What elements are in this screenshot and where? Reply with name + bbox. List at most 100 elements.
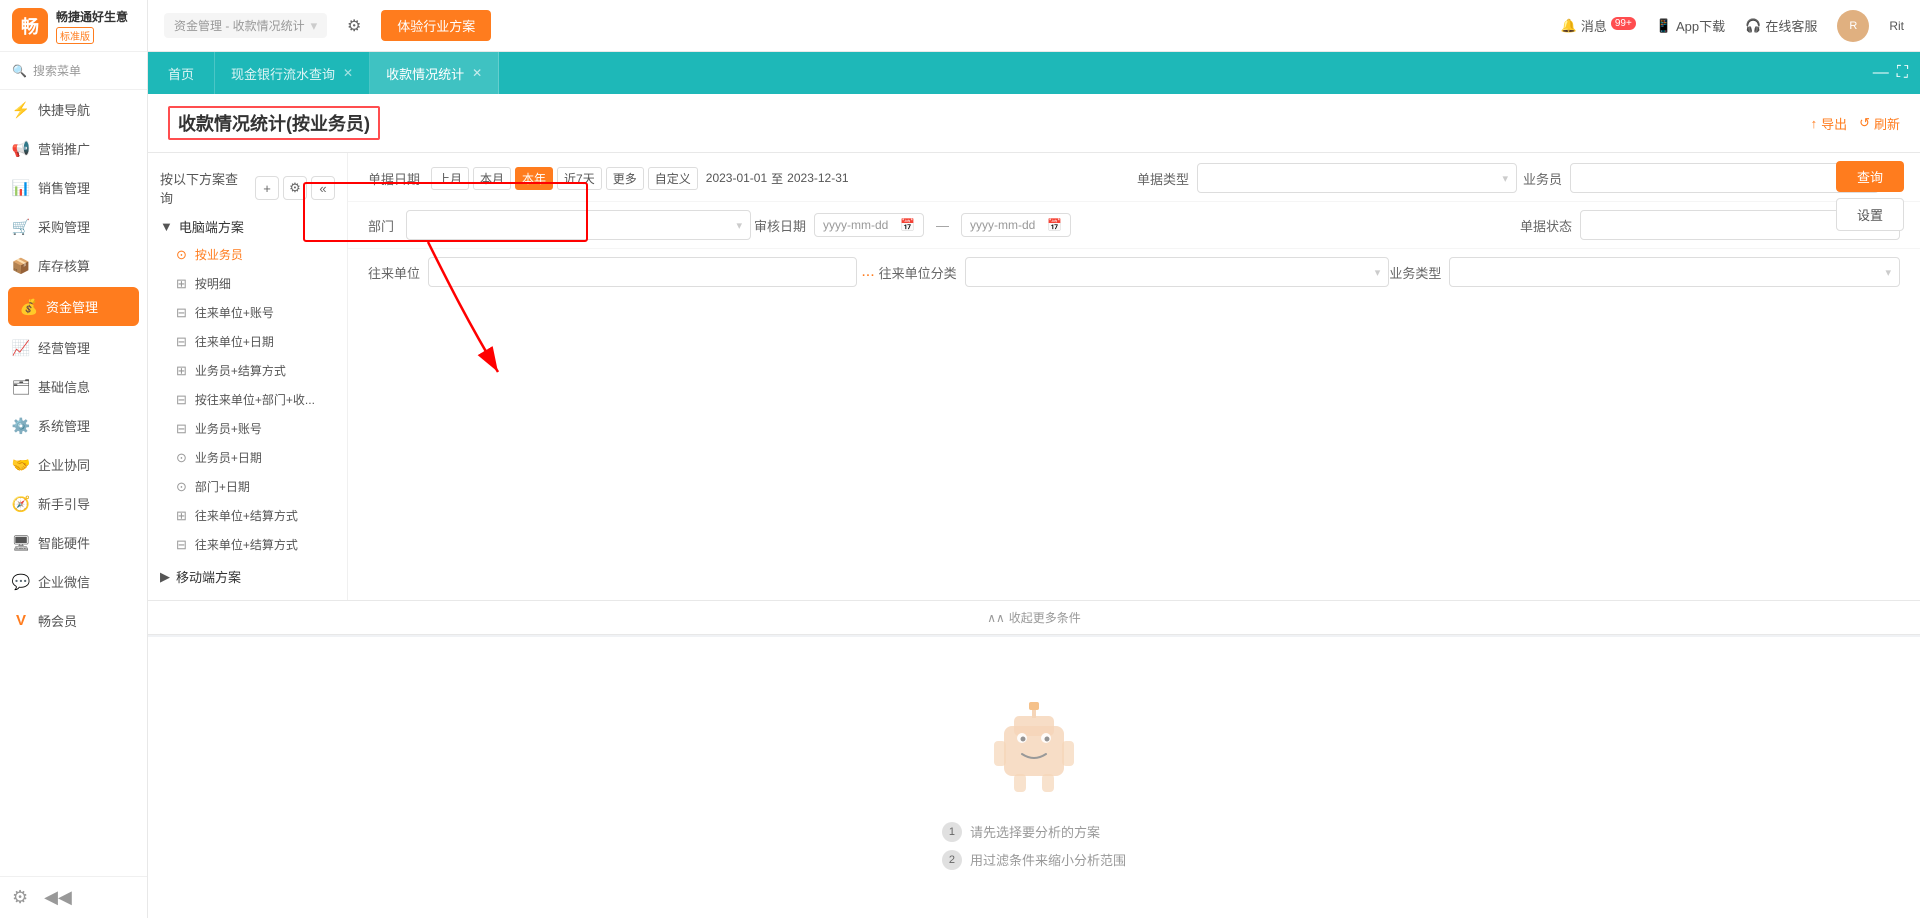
- sidebar-item-system[interactable]: ⚙️ 系统管理: [0, 406, 147, 445]
- partner-category-select[interactable]: ▾: [965, 257, 1390, 287]
- tree-item-partner-account[interactable]: ⊟ 往来单位+账号: [148, 298, 347, 327]
- user-avatar[interactable]: R: [1837, 10, 1869, 42]
- sidebar-item-operations[interactable]: 📈 经营管理: [0, 328, 147, 367]
- tab-collection-stats-label: 收款情况统计: [386, 64, 464, 83]
- empty-tip-1: 1 请先选择要分析的方案: [942, 822, 1126, 842]
- tree-item-partner-settlement2[interactable]: ⊟ 往来单位+结算方式: [148, 530, 347, 559]
- export-action[interactable]: ↑ 导出: [1811, 114, 1848, 133]
- partner-select[interactable]: [428, 257, 857, 287]
- settings-button[interactable]: 设置: [1836, 198, 1904, 231]
- tree-item-icon: ⊙: [176, 450, 187, 466]
- tree-section-label: 电脑端方案: [179, 217, 244, 236]
- refresh-action[interactable]: ↺ 刷新: [1859, 114, 1900, 133]
- date-condition: 单据日期 上月 本月 本年 近7天 更多 自定义 2023-01-01 至: [368, 167, 1134, 190]
- system-icon: ⚙️: [12, 417, 30, 435]
- app-download-action[interactable]: 📱 App下载: [1656, 16, 1725, 35]
- header-actions: 🔔 消息 99+ 📱 App下载 🎧 在线客服 R Rit: [1561, 10, 1904, 42]
- tree-item-salesperson-account[interactable]: ⊟ 业务员+账号: [148, 414, 347, 443]
- scheme-settings-btn[interactable]: ⚙: [283, 176, 307, 200]
- tab-collection-stats-close[interactable]: ✕: [472, 66, 482, 80]
- sidebar-item-member[interactable]: V 畅会员: [0, 601, 147, 640]
- tip-text-1: 请先选择要分析的方案: [970, 822, 1100, 841]
- tab-collection-stats[interactable]: 收款情况统计 ✕: [370, 52, 499, 94]
- condition-row-2: 部门 ▾ 审核日期 yyyy-mm-dd 📅 —: [348, 202, 1920, 249]
- search-scheme-area: 按以下方案查询 + ⚙ « ▼ 电脑端方案 ⊙ 按业务员: [148, 153, 1920, 601]
- tree-item-icon: ⊙: [176, 479, 187, 495]
- sidebar-item-inventory[interactable]: 📦 库存核算: [0, 246, 147, 285]
- scheme-add-btn[interactable]: +: [255, 176, 279, 200]
- date-btn-this-year[interactable]: 本年: [515, 167, 553, 190]
- sidebar-item-label: 库存核算: [38, 256, 90, 275]
- sidebar-item-marketing[interactable]: 📢 营销推广: [0, 129, 147, 168]
- sidebar-item-guide[interactable]: 🧭 新手引导: [0, 484, 147, 523]
- tree-item-partner-dept[interactable]: ⊟ 按往来单位+部门+收...: [148, 385, 347, 414]
- tree-item-icon: ⊟: [176, 537, 187, 553]
- scheme-collapse-btn[interactable]: «: [311, 176, 335, 200]
- sidebar-item-label: 智能硬件: [38, 533, 90, 552]
- dept-select[interactable]: ▾: [406, 210, 751, 240]
- sidebar-item-label: 企业协同: [38, 455, 90, 474]
- logo-area: 畅 畅捷通好生意 标准版: [0, 0, 147, 52]
- sidebar-item-finance[interactable]: 💰 资金管理: [8, 287, 139, 326]
- review-date-end-input[interactable]: yyyy-mm-dd 📅: [961, 213, 1071, 237]
- tab-maximize-icon[interactable]: ⛶: [1897, 64, 1908, 82]
- doc-type-select[interactable]: ▾: [1197, 163, 1517, 193]
- sidebar-item-enterprise[interactable]: 🤝 企业协同: [0, 445, 147, 484]
- scheme-panel: 按以下方案查询 + ⚙ « ▼ 电脑端方案 ⊙ 按业务员: [148, 153, 348, 600]
- review-date-label: 审核日期: [751, 216, 806, 235]
- empty-illustration: [974, 686, 1094, 806]
- tree-section-desktop[interactable]: ▼ 电脑端方案: [148, 213, 347, 240]
- notification-action[interactable]: 🔔 消息 99+: [1561, 16, 1636, 35]
- sidebar-item-label: 新手引导: [38, 494, 90, 513]
- collapse-button[interactable]: ∧∧ 收起更多条件: [987, 609, 1081, 626]
- tree-item-label: 往来单位+结算方式: [195, 507, 298, 524]
- partner-more-btn[interactable]: ...: [857, 263, 878, 281]
- review-date-start-input[interactable]: yyyy-mm-dd 📅: [814, 213, 924, 237]
- tree-item-by-detail[interactable]: ⊞ 按明细: [148, 269, 347, 298]
- online-service-action[interactable]: 🎧 在线客服: [1745, 16, 1817, 35]
- smart-hw-icon: 🖥: [12, 534, 30, 552]
- salesperson-select[interactable]: [1570, 163, 1879, 193]
- tab-bank-flow-close[interactable]: ✕: [343, 66, 353, 80]
- collapse-sidebar-icon[interactable]: ◀◀: [44, 887, 72, 908]
- tree-item-label: 部门+日期: [195, 478, 250, 495]
- sidebar-item-label: 系统管理: [38, 416, 90, 435]
- tree-item-by-salesperson[interactable]: ⊙ 按业务员: [148, 240, 347, 269]
- tab-minimize-icon[interactable]: —: [1873, 64, 1889, 82]
- tree-item-icon: ⊞: [176, 508, 187, 524]
- date-btn-more[interactable]: 更多: [606, 167, 644, 190]
- sidebar-item-quick-nav[interactable]: ⚡ 快捷导航: [0, 90, 147, 129]
- search-menu[interactable]: 🔍 搜索菜单: [0, 52, 147, 90]
- date-btn-custom[interactable]: 自定义: [648, 167, 698, 190]
- sidebar-item-smart-hw[interactable]: 🖥 智能硬件: [0, 523, 147, 562]
- sidebar-item-label: 销售管理: [38, 178, 90, 197]
- top-header: 资金管理 - 收款情况统计 ▾ ⚙ 体验行业方案 🔔 消息 99+ 📱 App下…: [148, 0, 1920, 52]
- tree-item-partner-settlement1[interactable]: ⊞ 往来单位+结算方式: [148, 501, 347, 530]
- tree-item-salesperson-settlement[interactable]: ⊞ 业务员+结算方式: [148, 356, 347, 385]
- finance-icon: 💰: [20, 298, 38, 316]
- tab-bank-flow[interactable]: 现金银行流水查询 ✕: [215, 52, 370, 94]
- export-label: 导出: [1821, 114, 1847, 133]
- sidebar-item-label: 营销推广: [38, 139, 90, 158]
- tree-item-salesperson-date[interactable]: ⊙ 业务员+日期: [148, 443, 347, 472]
- sidebar-item-wechat[interactable]: 💬 企业微信: [0, 562, 147, 601]
- tree-item-dept-date[interactable]: ⊙ 部门+日期: [148, 472, 347, 501]
- tree-item-partner-date[interactable]: ⊟ 往来单位+日期: [148, 327, 347, 356]
- sidebar-item-basic-info[interactable]: 🗂 基础信息: [0, 367, 147, 406]
- review-date-start-value: yyyy-mm-dd: [823, 218, 888, 232]
- tree-item-label: 按往来单位+部门+收...: [195, 391, 315, 408]
- settings-bottom-icon[interactable]: ⚙: [12, 887, 28, 908]
- sidebar-item-label: 快捷导航: [38, 100, 90, 119]
- date-range-dash: 至: [771, 170, 783, 187]
- trial-button[interactable]: 体验行业方案: [381, 10, 491, 41]
- header-settings-icon[interactable]: ⚙: [339, 11, 369, 41]
- sidebar-item-sales[interactable]: 📊 销售管理: [0, 168, 147, 207]
- date-btn-7days[interactable]: 近7天: [557, 167, 602, 190]
- biz-type-select[interactable]: ▾: [1449, 257, 1900, 287]
- tab-home[interactable]: 首页: [148, 52, 215, 94]
- query-button[interactable]: 查询: [1836, 161, 1904, 192]
- sidebar-item-purchase[interactable]: 🛒 采购管理: [0, 207, 147, 246]
- date-btn-last-month[interactable]: 上月: [431, 167, 469, 190]
- date-btn-this-month[interactable]: 本月: [473, 167, 511, 190]
- tree-section-mobile[interactable]: ▶ 移动端方案: [148, 563, 347, 590]
